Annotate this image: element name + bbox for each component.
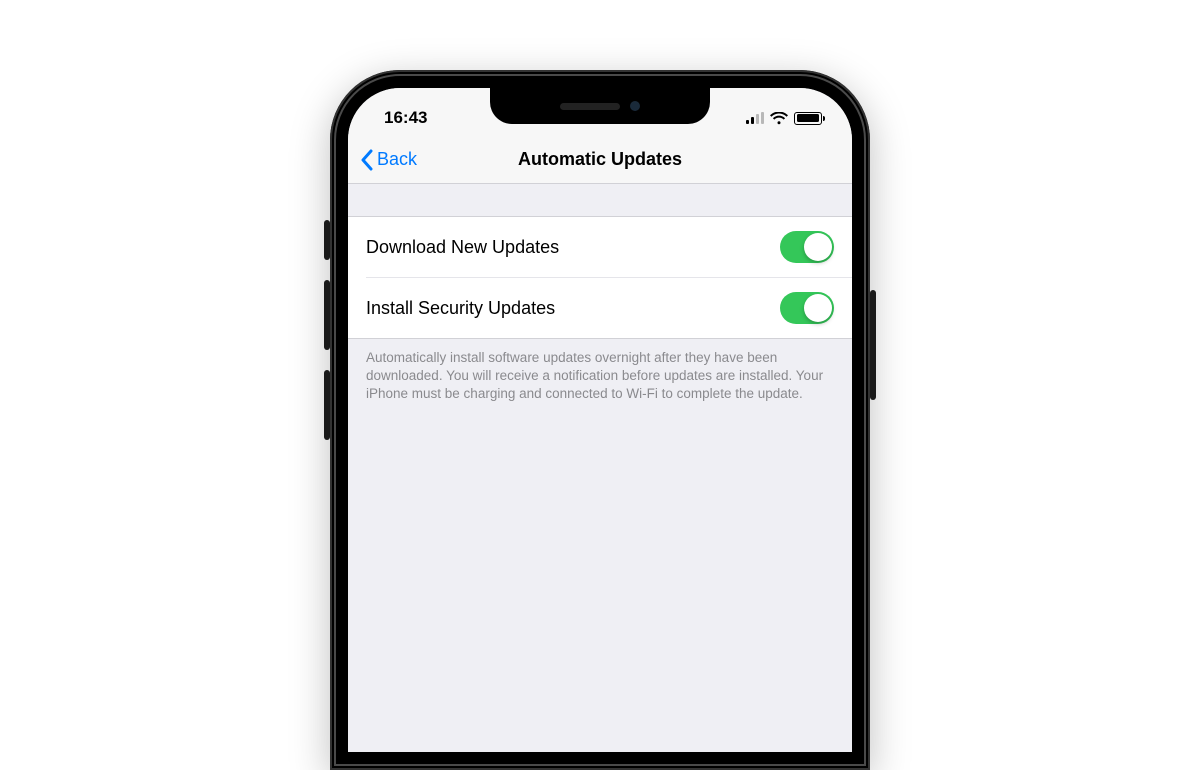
power-button bbox=[870, 290, 876, 400]
silent-switch bbox=[324, 220, 330, 260]
volume-down-button bbox=[324, 370, 330, 440]
nav-bar: Back Automatic Updates bbox=[348, 136, 852, 184]
cellular-signal-icon bbox=[746, 112, 764, 124]
settings-list: Download New Updates Install Security Up… bbox=[348, 216, 852, 339]
page-title: Automatic Updates bbox=[518, 149, 682, 170]
section-spacer bbox=[348, 184, 852, 216]
screen: 16:43 Back bbox=[348, 88, 852, 752]
back-button[interactable]: Back bbox=[360, 149, 417, 171]
toggle-knob bbox=[804, 233, 832, 261]
download-new-updates-label: Download New Updates bbox=[366, 237, 559, 258]
download-new-updates-row[interactable]: Download New Updates bbox=[348, 217, 852, 277]
status-icons bbox=[746, 112, 822, 125]
status-time: 16:43 bbox=[384, 108, 427, 128]
toggle-knob bbox=[804, 294, 832, 322]
notch bbox=[490, 88, 710, 124]
battery-icon bbox=[794, 112, 822, 125]
back-label: Back bbox=[377, 149, 417, 170]
front-camera bbox=[630, 101, 640, 111]
download-new-updates-toggle[interactable] bbox=[780, 231, 834, 263]
wifi-icon bbox=[770, 112, 788, 125]
speaker-grille bbox=[560, 103, 620, 110]
install-security-updates-row[interactable]: Install Security Updates bbox=[366, 277, 852, 338]
install-security-updates-toggle[interactable] bbox=[780, 292, 834, 324]
install-security-updates-label: Install Security Updates bbox=[366, 298, 555, 319]
settings-footer-text: Automatically install software updates o… bbox=[348, 339, 852, 414]
chevron-left-icon bbox=[360, 149, 373, 171]
volume-up-button bbox=[324, 280, 330, 350]
phone-frame: 16:43 Back bbox=[330, 70, 870, 770]
